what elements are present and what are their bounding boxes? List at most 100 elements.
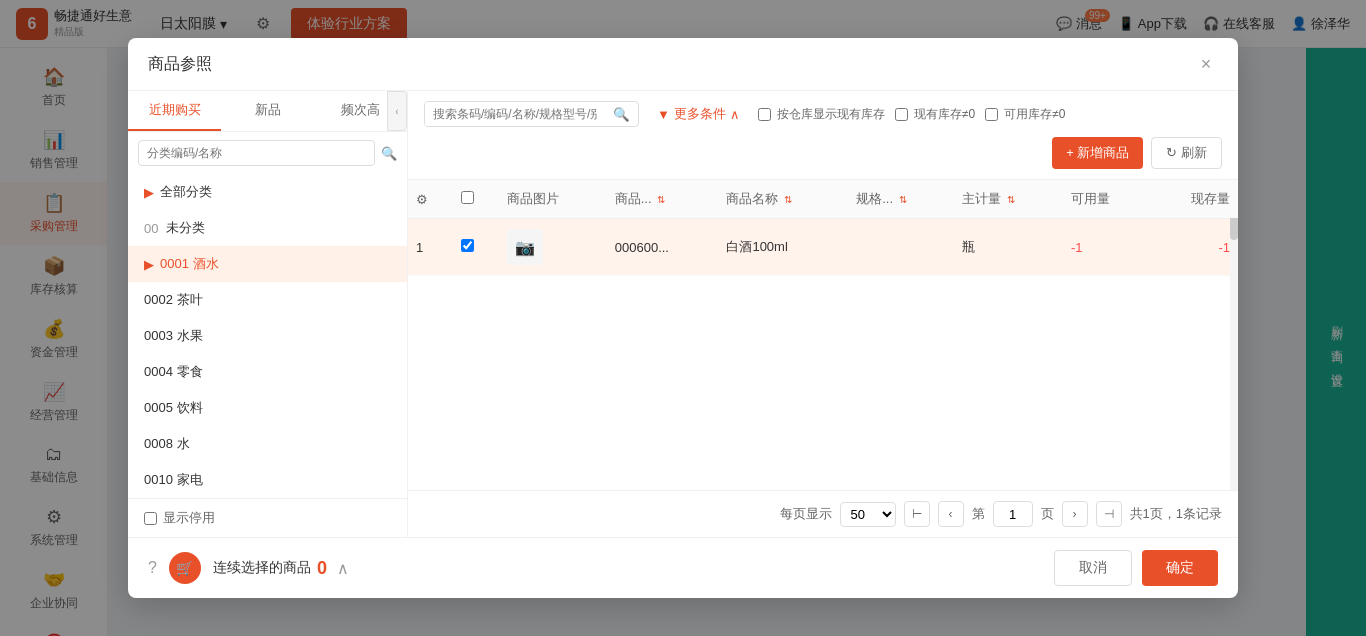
- prev-page-button[interactable]: ‹: [938, 501, 964, 527]
- table-row[interactable]: 1 📷 000600... 白酒100ml 瓶 -1: [408, 219, 1238, 276]
- product-search-button[interactable]: 🔍: [605, 107, 638, 122]
- cat-item-tea[interactable]: 0002 茶叶: [128, 282, 407, 318]
- modal-overlay: 商品参照 × 近期购买 新品 频次高 ‹ 🔍 ▶: [0, 0, 1366, 636]
- cat-label-0005: 0005 饮料: [144, 399, 203, 417]
- product-image: 📷: [507, 229, 543, 265]
- first-page-button[interactable]: ⊢: [904, 501, 930, 527]
- cat-item-uncategorized[interactable]: 00 未分类: [128, 210, 407, 246]
- col-settings[interactable]: ⚙: [408, 180, 453, 219]
- expand-icon-liquor: ▶: [144, 257, 154, 272]
- page-number-input[interactable]: [993, 501, 1033, 527]
- product-table: ⚙ 商品图片 商品... ⇅ 商品名称: [408, 180, 1238, 276]
- modal-body: 近期购买 新品 频次高 ‹ 🔍 ▶ 全部分类 00 未分类: [128, 91, 1238, 537]
- warehouse-label: 按仓库显示现有库存: [777, 106, 885, 123]
- footer-buttons: 取消 确定: [1054, 550, 1218, 586]
- product-actions: + 新增商品 ↻ 刷新: [1052, 137, 1222, 169]
- cat-item-appliance[interactable]: 0010 家电: [128, 462, 407, 498]
- scrollbar-track: [1230, 180, 1238, 490]
- modal-close-button[interactable]: ×: [1194, 52, 1218, 76]
- cat-item-liquor[interactable]: ▶ 0001 酒水: [128, 246, 407, 282]
- panel-collapse-button[interactable]: ‹: [387, 91, 407, 131]
- tab-new[interactable]: 新品: [221, 91, 314, 131]
- modal-title: 商品参照: [148, 54, 212, 75]
- category-search-input[interactable]: [138, 140, 375, 166]
- col-stock[interactable]: 现存量: [1150, 180, 1238, 219]
- cat-label-0003: 0003 水果: [144, 327, 203, 345]
- category-search-icon[interactable]: 🔍: [381, 140, 397, 166]
- cat-code-00: 00: [144, 221, 158, 236]
- sort-spec-icon: ⇅: [899, 194, 907, 205]
- cat-item-water[interactable]: 0008 水: [128, 426, 407, 462]
- category-tabs: 近期购买 新品 频次高 ‹: [128, 91, 407, 132]
- col-unit[interactable]: 主计量 ⇅: [954, 180, 1063, 219]
- tab-recent[interactable]: 近期购买: [128, 91, 221, 131]
- row-checkbox[interactable]: [461, 239, 474, 252]
- cat-label-0002: 0002 茶叶: [144, 291, 203, 309]
- cat-item-snack[interactable]: 0004 零食: [128, 354, 407, 390]
- cat-item-all[interactable]: ▶ 全部分类: [128, 174, 407, 210]
- sort-unit-icon: ⇅: [1007, 194, 1015, 205]
- cancel-button[interactable]: 取消: [1054, 550, 1132, 586]
- category-search: 🔍: [128, 132, 407, 174]
- per-page-select[interactable]: 50 10 20 100: [840, 502, 896, 527]
- last-page-button[interactable]: ⊣: [1096, 501, 1122, 527]
- product-panel: 🔍 ▼ 更多条件 ∧ 按仓库显示现有库存 现有库存≠0: [408, 91, 1238, 537]
- col-name[interactable]: 商品名称 ⇅: [718, 180, 848, 219]
- cell-stock: -1: [1150, 219, 1238, 276]
- cell-seq: 1: [408, 219, 453, 276]
- table-body: 1 📷 000600... 白酒100ml 瓶 -1: [408, 219, 1238, 276]
- col-code[interactable]: 商品... ⇅: [607, 180, 719, 219]
- table-header: ⚙ 商品图片 商品... ⇅ 商品名称: [408, 180, 1238, 219]
- cat-label-0010: 0010 家电: [144, 471, 203, 489]
- col-spec[interactable]: 规格... ⇅: [848, 180, 954, 219]
- cat-item-beverage[interactable]: 0005 饮料: [128, 390, 407, 426]
- stock-nonzero-checkbox[interactable]: [895, 108, 908, 121]
- col-available[interactable]: 可用量: [1063, 180, 1150, 219]
- cell-image: 📷: [499, 219, 607, 276]
- next-page-button[interactable]: ›: [1062, 501, 1088, 527]
- more-filter-button[interactable]: ▼ 更多条件 ∧: [649, 101, 748, 127]
- col-check[interactable]: [453, 180, 499, 219]
- product-table-wrapper: ⚙ 商品图片 商品... ⇅ 商品名称: [408, 180, 1238, 490]
- expand-icon-all: ▶: [144, 185, 154, 200]
- help-icon[interactable]: ?: [148, 559, 157, 577]
- product-search-input[interactable]: [425, 102, 605, 126]
- cat-item-fruit[interactable]: 0003 水果: [128, 318, 407, 354]
- pagination: 每页显示 50 10 20 100 ⊢ ‹ 第 页 › ⊣ 共1页，1条记录: [408, 490, 1238, 537]
- filter-icon: ▼: [657, 107, 670, 122]
- footer-collapse-icon[interactable]: ∧: [337, 559, 349, 578]
- cell-check[interactable]: [453, 219, 499, 276]
- selected-products-info: 连续选择的商品 0 ∧: [213, 558, 349, 579]
- cat-label-0008: 0008 水: [144, 435, 190, 453]
- select-all-checkbox[interactable]: [461, 191, 474, 204]
- page-label: 第: [972, 505, 985, 523]
- confirm-button[interactable]: 确定: [1142, 550, 1218, 586]
- cell-name: 白酒100ml: [718, 219, 848, 276]
- available-nonzero-filter: 可用库存≠0: [985, 106, 1065, 123]
- warehouse-checkbox[interactable]: [758, 108, 771, 121]
- cell-code: 000600...: [607, 219, 719, 276]
- cat-label-0001: 0001 酒水: [160, 255, 219, 273]
- page-label2: 页: [1041, 505, 1054, 523]
- selected-count: 0: [317, 558, 327, 579]
- available-nonzero-checkbox[interactable]: [985, 108, 998, 121]
- total-info: 共1页，1条记录: [1130, 505, 1222, 523]
- filter-arrow-icon: ∧: [730, 107, 740, 122]
- sort-code-icon: ⇅: [657, 194, 665, 205]
- cart-button[interactable]: 🛒: [169, 552, 201, 584]
- product-toolbar: 🔍 ▼ 更多条件 ∧ 按仓库显示现有库存 现有库存≠0: [408, 91, 1238, 180]
- show-disabled-checkbox[interactable]: [144, 512, 157, 525]
- available-nonzero-label: 可用库存≠0: [1004, 106, 1065, 123]
- refresh-button[interactable]: ↻ 刷新: [1151, 137, 1222, 169]
- cat-label-0004: 0004 零食: [144, 363, 203, 381]
- add-product-button[interactable]: + 新增商品: [1052, 137, 1143, 169]
- category-panel-footer: 显示停用: [128, 498, 407, 537]
- per-page-label: 每页显示: [780, 505, 832, 523]
- product-reference-modal: 商品参照 × 近期购买 新品 频次高 ‹ 🔍 ▶: [128, 38, 1238, 598]
- cat-label-00: 未分类: [166, 219, 205, 237]
- category-panel: 近期购买 新品 频次高 ‹ 🔍 ▶ 全部分类 00 未分类: [128, 91, 408, 537]
- stock-nonzero-filter: 现有库存≠0: [895, 106, 975, 123]
- cell-spec: [848, 219, 954, 276]
- cell-available: -1: [1063, 219, 1150, 276]
- filter-label: 更多条件: [674, 105, 726, 123]
